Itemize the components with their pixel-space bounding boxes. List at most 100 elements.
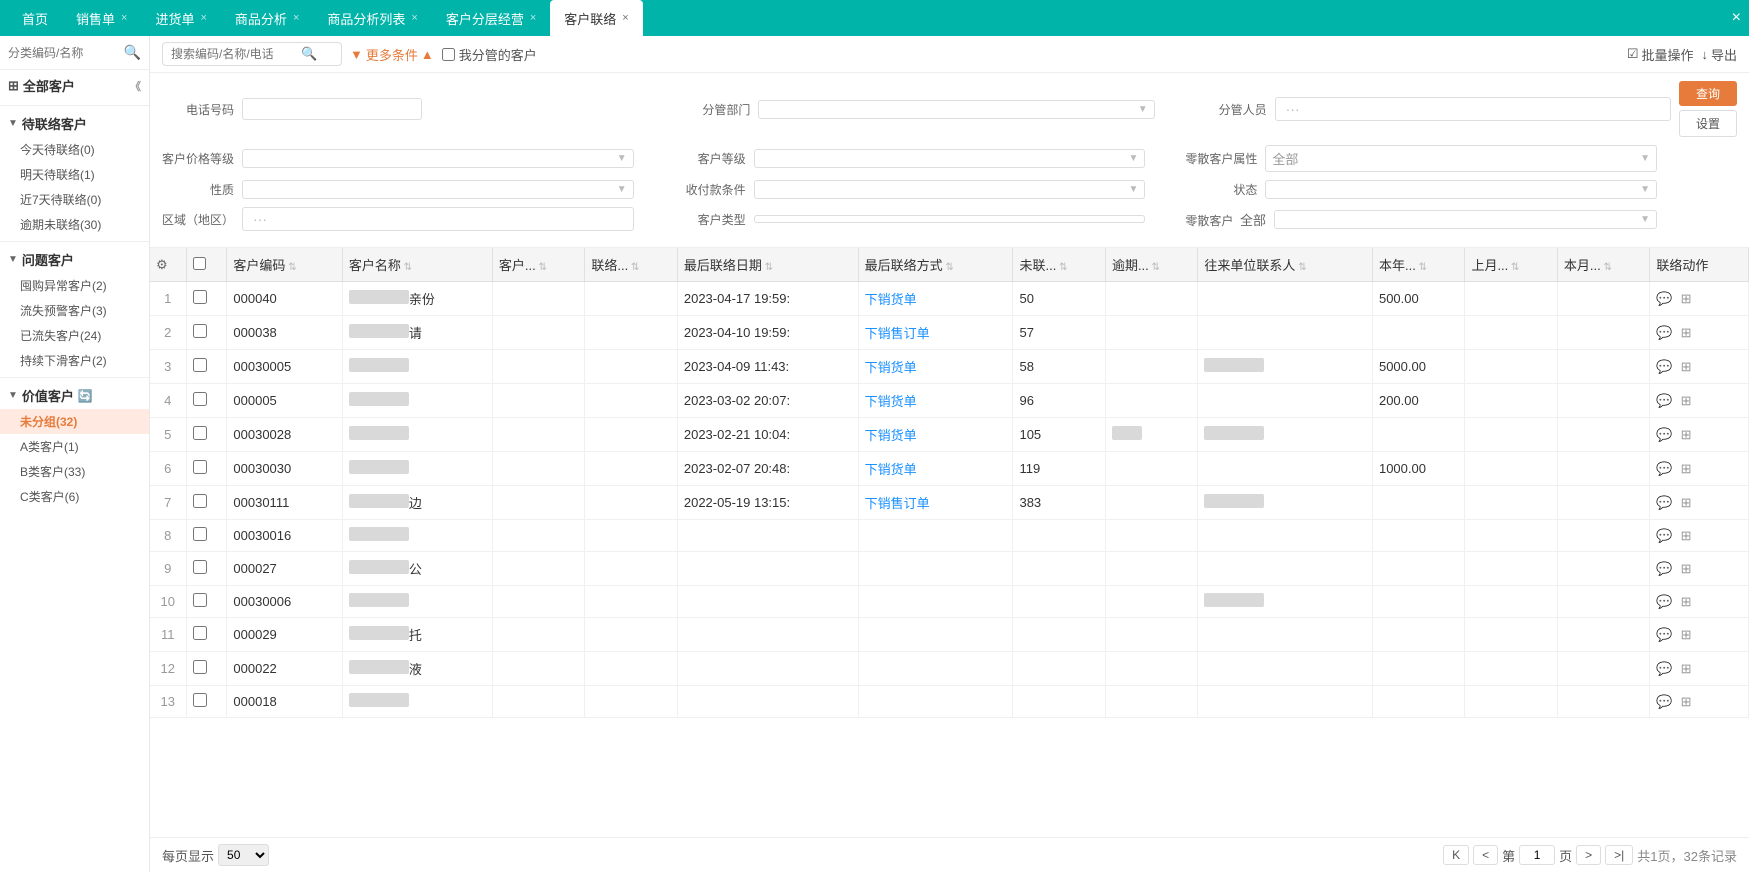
- qr-icon[interactable]: ⊞: [1681, 661, 1692, 677]
- page-number-input[interactable]: [1519, 845, 1555, 865]
- chat-icon[interactable]: 💬: [1656, 561, 1672, 577]
- nav-tab-customer-contact[interactable]: 客户联络 ×: [550, 0, 642, 36]
- manager-dots[interactable]: ···: [1282, 101, 1304, 117]
- row-checkbox[interactable]: [193, 560, 207, 574]
- last-page-btn[interactable]: >|: [1605, 845, 1633, 865]
- row-checkbox[interactable]: [193, 392, 207, 406]
- row-checkbox[interactable]: [193, 660, 207, 674]
- sidebar-item-class-c[interactable]: C类客户(6): [0, 484, 149, 509]
- method-link[interactable]: 下销货单: [865, 292, 917, 307]
- method-link[interactable]: 下销货单: [865, 360, 917, 375]
- area-select[interactable]: ···: [242, 207, 634, 231]
- sidebar-item-tomorrow[interactable]: 明天待联络(1): [0, 162, 149, 187]
- sidebar-item-ungroup[interactable]: 未分组(32): [0, 409, 149, 434]
- row-checkbox[interactable]: [193, 358, 207, 372]
- per-page-select[interactable]: 50 10 20 100: [218, 844, 269, 866]
- qr-icon[interactable]: ⊞: [1681, 461, 1692, 477]
- close-all-tabs[interactable]: ×: [1732, 9, 1741, 27]
- nav-tab-analysis[interactable]: 商品分析 ×: [221, 0, 313, 36]
- settings-icon[interactable]: ⚙: [156, 257, 168, 272]
- my-customers-check[interactable]: [442, 48, 455, 61]
- row-checkbox[interactable]: [193, 693, 207, 707]
- col-this-year[interactable]: 本年...: [1372, 248, 1464, 282]
- close-purchase-tab[interactable]: ×: [200, 12, 206, 24]
- status-select[interactable]: ▼: [1265, 180, 1657, 199]
- next-page-btn[interactable]: >: [1576, 845, 1601, 865]
- method-link[interactable]: 下销售订单: [865, 326, 930, 341]
- chat-icon[interactable]: 💬: [1656, 661, 1672, 677]
- qr-icon[interactable]: ⊞: [1681, 325, 1692, 341]
- customer-type-select[interactable]: [754, 215, 1146, 223]
- query-button[interactable]: 查询: [1679, 81, 1737, 106]
- chat-icon[interactable]: 💬: [1656, 325, 1672, 341]
- sidebar-item-today[interactable]: 今天待联络(0): [0, 137, 149, 162]
- row-checkbox[interactable]: [193, 426, 207, 440]
- group-title-value[interactable]: ▼ 价值客户 🔄: [0, 382, 149, 409]
- row-checkbox[interactable]: [193, 593, 207, 607]
- close-customer-contact-tab[interactable]: ×: [622, 12, 628, 24]
- method-link[interactable]: 下销售订单: [865, 496, 930, 511]
- group-title-pending[interactable]: ▼ 待联络客户: [0, 110, 149, 137]
- close-analysis-list-tab[interactable]: ×: [411, 12, 417, 24]
- close-analysis-tab[interactable]: ×: [293, 12, 299, 24]
- area-dots[interactable]: ···: [249, 211, 271, 227]
- qr-icon[interactable]: ⊞: [1681, 594, 1692, 610]
- row-checkbox[interactable]: [193, 324, 207, 338]
- method-link[interactable]: 下销货单: [865, 428, 917, 443]
- row-checkbox[interactable]: [193, 527, 207, 541]
- sidebar-item-churned[interactable]: 已流失客户(24): [0, 323, 149, 348]
- qr-icon[interactable]: ⊞: [1681, 359, 1692, 375]
- sidebar-item-class-b[interactable]: B类客户(33): [0, 459, 149, 484]
- row-checkbox[interactable]: [193, 460, 207, 474]
- sidebar-item-churn-warning[interactable]: 流失预警客户(3): [0, 298, 149, 323]
- col-last-method[interactable]: 最后联络方式: [858, 248, 1013, 282]
- chat-icon[interactable]: 💬: [1656, 528, 1672, 544]
- group-title-problem[interactable]: ▼ 问题客户: [0, 246, 149, 273]
- reset-button[interactable]: 设置: [1679, 110, 1737, 137]
- qr-icon[interactable]: ⊞: [1681, 528, 1692, 544]
- sidebar-item-hoarding[interactable]: 囤购异常客户(2): [0, 273, 149, 298]
- sidebar-item-declining[interactable]: 持续下滑客户(2): [0, 348, 149, 373]
- customer-level-select[interactable]: ▼: [754, 149, 1146, 168]
- chat-icon[interactable]: 💬: [1656, 627, 1672, 643]
- qr-icon[interactable]: ⊞: [1681, 291, 1692, 307]
- qr-icon[interactable]: ⊞: [1681, 393, 1692, 409]
- prev-page-btn[interactable]: <: [1473, 845, 1498, 865]
- nav-tab-customer-segment[interactable]: 客户分层经营 ×: [432, 0, 550, 36]
- qr-icon[interactable]: ⊞: [1681, 694, 1692, 710]
- chat-icon[interactable]: 💬: [1656, 427, 1672, 443]
- export-btn[interactable]: ↓ 导出: [1701, 45, 1737, 64]
- my-customers-checkbox[interactable]: 我分管的客户: [442, 45, 537, 64]
- sidebar-all-customers[interactable]: ⊞ 全部客户 《: [0, 70, 149, 101]
- nav-home[interactable]: 首页: [8, 0, 62, 36]
- col-overdue[interactable]: 逾期...: [1105, 248, 1197, 282]
- sidebar-item-class-a[interactable]: A类客户(1): [0, 434, 149, 459]
- qr-icon[interactable]: ⊞: [1681, 427, 1692, 443]
- phone-input[interactable]: [242, 98, 422, 120]
- price-level-select[interactable]: ▼: [242, 149, 634, 168]
- chat-icon[interactable]: 💬: [1656, 461, 1672, 477]
- sidebar-search-input[interactable]: [8, 46, 124, 60]
- col-no-contact[interactable]: 未联...: [1013, 248, 1105, 282]
- first-page-btn[interactable]: K: [1443, 845, 1469, 865]
- method-link[interactable]: 下销货单: [865, 462, 917, 477]
- chat-icon[interactable]: 💬: [1656, 291, 1672, 307]
- chat-icon[interactable]: 💬: [1656, 694, 1672, 710]
- chat-icon[interactable]: 💬: [1656, 393, 1672, 409]
- sidebar-item-overdue[interactable]: 逾期未联络(30): [0, 212, 149, 237]
- col-unit-contact[interactable]: 往来单位联系人: [1198, 248, 1373, 282]
- sidebar-item-7days[interactable]: 近7天待联络(0): [0, 187, 149, 212]
- qr-icon[interactable]: ⊞: [1681, 495, 1692, 511]
- nav-tab-analysis-list[interactable]: 商品分析列表 ×: [313, 0, 431, 36]
- chat-icon[interactable]: 💬: [1656, 495, 1672, 511]
- close-customer-segment-tab[interactable]: ×: [530, 12, 536, 24]
- more-conditions-btn[interactable]: ▼ 更多条件 ▲: [350, 45, 434, 64]
- method-link[interactable]: 下销货单: [865, 394, 917, 409]
- col-this-month[interactable]: 本月...: [1557, 248, 1649, 282]
- col-last-date[interactable]: 最后联络日期: [677, 248, 858, 282]
- nav-tab-purchase[interactable]: 进货单 ×: [141, 0, 220, 36]
- nav-tab-sales[interactable]: 销售单 ×: [62, 0, 141, 36]
- gender-select[interactable]: ▼: [242, 180, 634, 199]
- retail-customer-select[interactable]: ▼: [1274, 210, 1657, 229]
- row-checkbox[interactable]: [193, 290, 207, 304]
